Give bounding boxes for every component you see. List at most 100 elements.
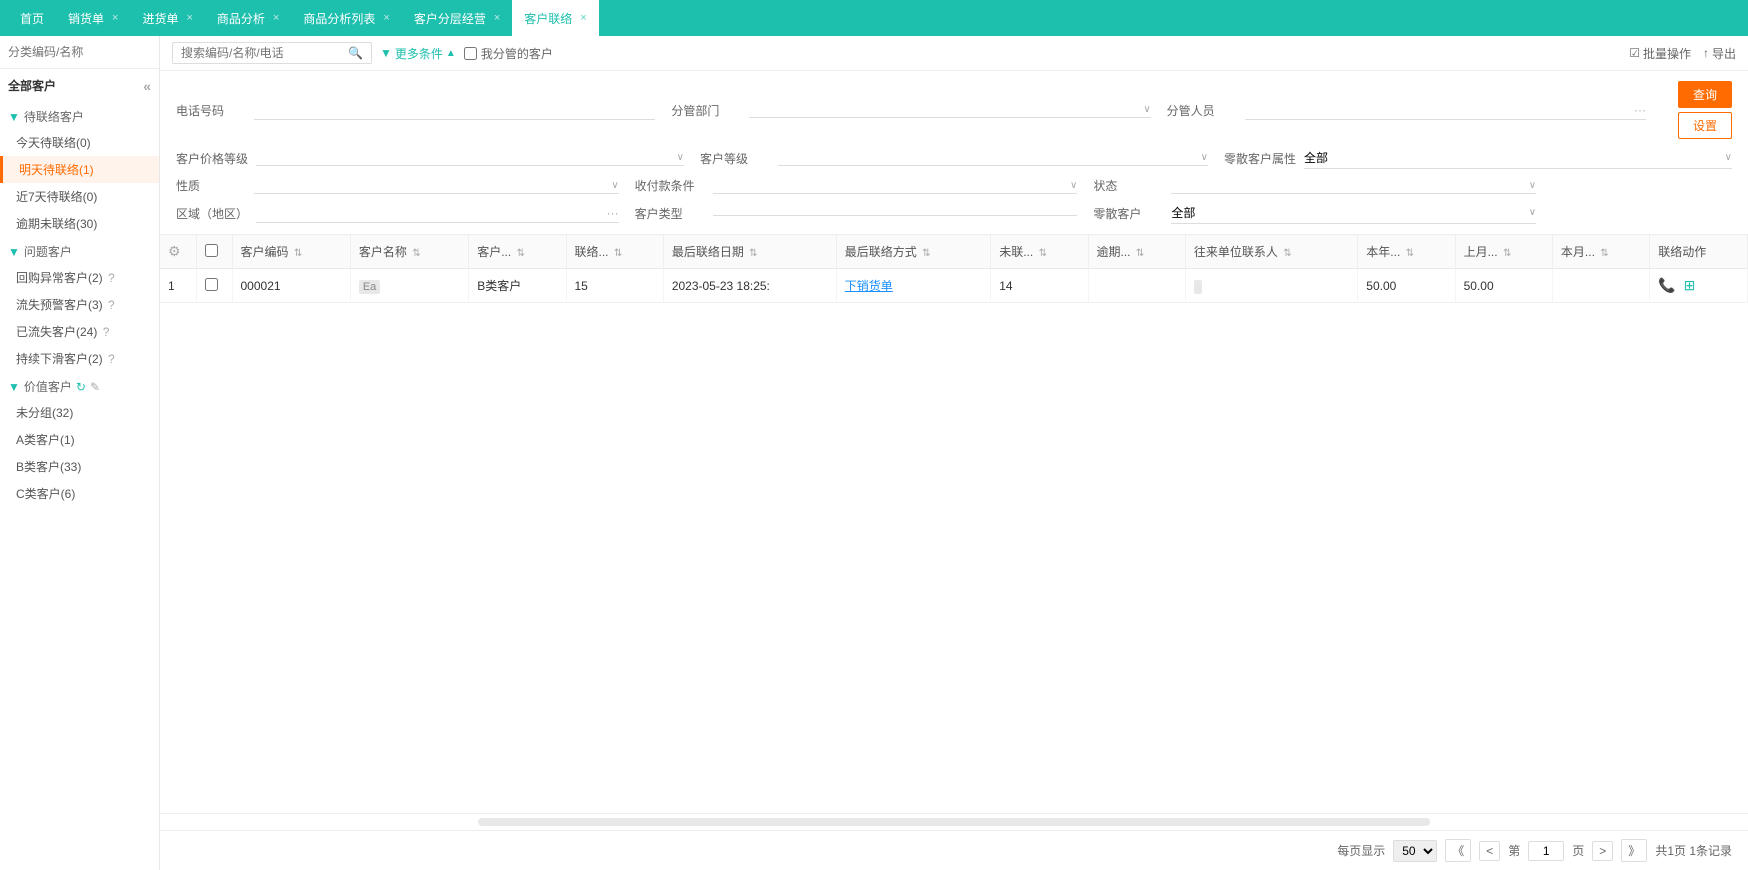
horizontal-scrollbar[interactable] (478, 818, 1431, 826)
payment-chevron: ∨ (1070, 180, 1077, 191)
close-stratify-icon[interactable]: × (494, 12, 500, 24)
row-select (196, 269, 232, 303)
sidebar-item-today[interactable]: 今天待联络(0) (0, 129, 159, 156)
gender-chevron: ∨ (611, 180, 618, 191)
sidebar-item-class-b[interactable]: B类客户(33) (0, 453, 159, 480)
search-input[interactable] (181, 46, 348, 60)
grid-action-icon[interactable]: ⊞ (1684, 277, 1696, 294)
export-icon: ↑ (1703, 46, 1709, 60)
customer-level-select[interactable]: ∨ (778, 150, 1208, 166)
phone-input[interactable] (254, 101, 655, 120)
col-type: 客户... ⇅ (469, 235, 566, 269)
sidebar-item-churned[interactable]: 已流失客户(24) ? (0, 318, 159, 345)
sidebar-search-input[interactable] (8, 45, 160, 59)
sort-contact[interactable]: ⇅ (614, 248, 622, 259)
query-btn[interactable]: 查询 (1678, 81, 1732, 108)
payment-select[interactable]: ∨ (713, 178, 1078, 194)
filter-status: 状态 ∨ (1093, 177, 1536, 194)
gender-select[interactable]: ∨ (254, 178, 619, 194)
grid-settings-icon[interactable]: ⚙ (168, 243, 181, 259)
close-analysis-icon[interactable]: × (273, 12, 279, 24)
close-sales-icon[interactable]: × (112, 12, 118, 24)
sort-overdue[interactable]: ⇅ (1136, 248, 1144, 259)
row-this-month (1552, 269, 1649, 303)
col-last-date: 最后联络日期 ⇅ (663, 235, 836, 269)
page-size-select[interactable]: 50 (1393, 840, 1437, 862)
prev-page-btn[interactable]: < (1479, 841, 1500, 861)
row-contact-count: 15 (566, 269, 663, 303)
sort-name[interactable]: ⇅ (412, 248, 420, 259)
customer-table: ⚙ 客户编码 ⇅ 客户名称 ⇅ (160, 235, 1748, 303)
row-actions: 📞 ⊞ (1650, 269, 1748, 303)
person-select[interactable]: ··· (1245, 101, 1646, 120)
sort-uncontacted[interactable]: ⇅ (1039, 248, 1047, 259)
sort-last-date[interactable]: ⇅ (749, 248, 757, 259)
sort-this-month[interactable]: ⇅ (1600, 248, 1608, 259)
row-checkbox[interactable] (205, 278, 218, 291)
next-page-btn[interactable]: > (1592, 841, 1613, 861)
filter-more-btn[interactable]: ▼ 更多条件 ▲ (380, 45, 456, 62)
dept-select[interactable]: ∨ (749, 102, 1150, 118)
reset-btn[interactable]: 设置 (1678, 112, 1732, 139)
close-contact-icon[interactable]: × (580, 12, 586, 24)
retail-customer-select[interactable]: 全部 ∨ (1171, 202, 1536, 224)
person-dots[interactable]: ··· (1634, 103, 1646, 117)
status-chevron: ∨ (1529, 180, 1536, 191)
row-overdue (1088, 269, 1185, 303)
export-btn[interactable]: ↑ 导出 (1703, 45, 1736, 62)
nav-sales[interactable]: 销货单 × (56, 0, 130, 36)
price-level-select[interactable]: ∨ (256, 150, 684, 166)
page-input[interactable] (1528, 841, 1564, 861)
row-last-method[interactable]: 下销货单 (836, 269, 990, 303)
row-last-date: 2023-05-23 18:25: (663, 269, 836, 303)
area-dots[interactable]: ··· (607, 206, 619, 220)
sidebar-item-churn-warning[interactable]: 流失预警客户(3) ? (0, 291, 159, 318)
nav-purchase[interactable]: 进货单 × (130, 0, 204, 36)
sidebar-item-overdue[interactable]: 逾期未联络(30) (0, 210, 159, 237)
col-overdue: 逾期... ⇅ (1088, 235, 1185, 269)
sidebar-all-customers[interactable]: 全部客户 « (0, 69, 159, 102)
col-last-month: 上月... ⇅ (1455, 235, 1552, 269)
collapse-icon[interactable]: « (143, 78, 151, 94)
sort-last-month[interactable]: ⇅ (1503, 248, 1511, 259)
sort-contact-person[interactable]: ⇅ (1283, 248, 1291, 259)
sidebar-item-class-c[interactable]: C类客户(6) (0, 480, 159, 507)
sort-this-year[interactable]: ⇅ (1406, 248, 1414, 259)
batch-operation-btn[interactable]: ☑ 批量操作 (1629, 45, 1691, 62)
sidebar-item-abnormal[interactable]: 回购异常客户(2) ? (0, 264, 159, 291)
nav-customer-stratify[interactable]: 客户分层经营 × (402, 0, 512, 36)
sidebar-item-declining[interactable]: 持续下滑客户(2) ? (0, 345, 159, 372)
last-method-link[interactable]: 下销货单 (845, 279, 893, 293)
sort-code[interactable]: ⇅ (294, 248, 302, 259)
retail-attr-chevron: ∨ (1725, 152, 1732, 163)
close-analysis-list-icon[interactable]: × (383, 12, 389, 24)
sort-type[interactable]: ⇅ (517, 248, 525, 259)
last-page-btn[interactable]: 》 (1621, 839, 1647, 862)
nav-product-analysis[interactable]: 商品分析 × (205, 0, 291, 36)
first-page-btn[interactable]: 《 (1445, 839, 1471, 862)
sidebar-item-unclassified[interactable]: 未分组(32) (0, 399, 159, 426)
nav-home[interactable]: 首页 (8, 0, 56, 36)
search-box[interactable]: 🔍 (172, 42, 372, 64)
sort-last-method[interactable]: ⇅ (922, 248, 930, 259)
sidebar-item-7days[interactable]: 近7天待联络(0) (0, 183, 159, 210)
select-all-checkbox[interactable] (205, 244, 218, 257)
edit-icon[interactable]: ✎ (90, 380, 100, 394)
sidebar-item-tomorrow[interactable]: 明天待联络(1) (0, 156, 159, 183)
nav-customer-contact[interactable]: 客户联络 × (512, 0, 598, 36)
search-icon[interactable]: 🔍 (348, 46, 363, 60)
retail-attr-select[interactable]: 全部 ∨ (1304, 147, 1732, 169)
phone-action-icon[interactable]: 📞 (1658, 277, 1675, 294)
my-customers-checkbox-label[interactable]: 我分管的客户 (464, 45, 553, 62)
col-this-year: 本年... ⇅ (1358, 235, 1455, 269)
nav-product-analysis-list[interactable]: 商品分析列表 × (291, 0, 401, 36)
close-purchase-icon[interactable]: × (186, 12, 192, 24)
status-select[interactable]: ∨ (1171, 178, 1536, 194)
col-code: 客户编码 ⇅ (232, 235, 350, 269)
refresh-icon[interactable]: ↻ (76, 380, 86, 394)
customer-type-select[interactable] (713, 211, 1078, 216)
area-select[interactable]: ··· (256, 204, 619, 223)
sidebar-item-class-a[interactable]: A类客户(1) (0, 426, 159, 453)
my-customers-checkbox[interactable] (464, 47, 477, 60)
top-nav: 首页 销货单 × 进货单 × 商品分析 × 商品分析列表 × 客户分层经营 × … (0, 0, 1748, 36)
